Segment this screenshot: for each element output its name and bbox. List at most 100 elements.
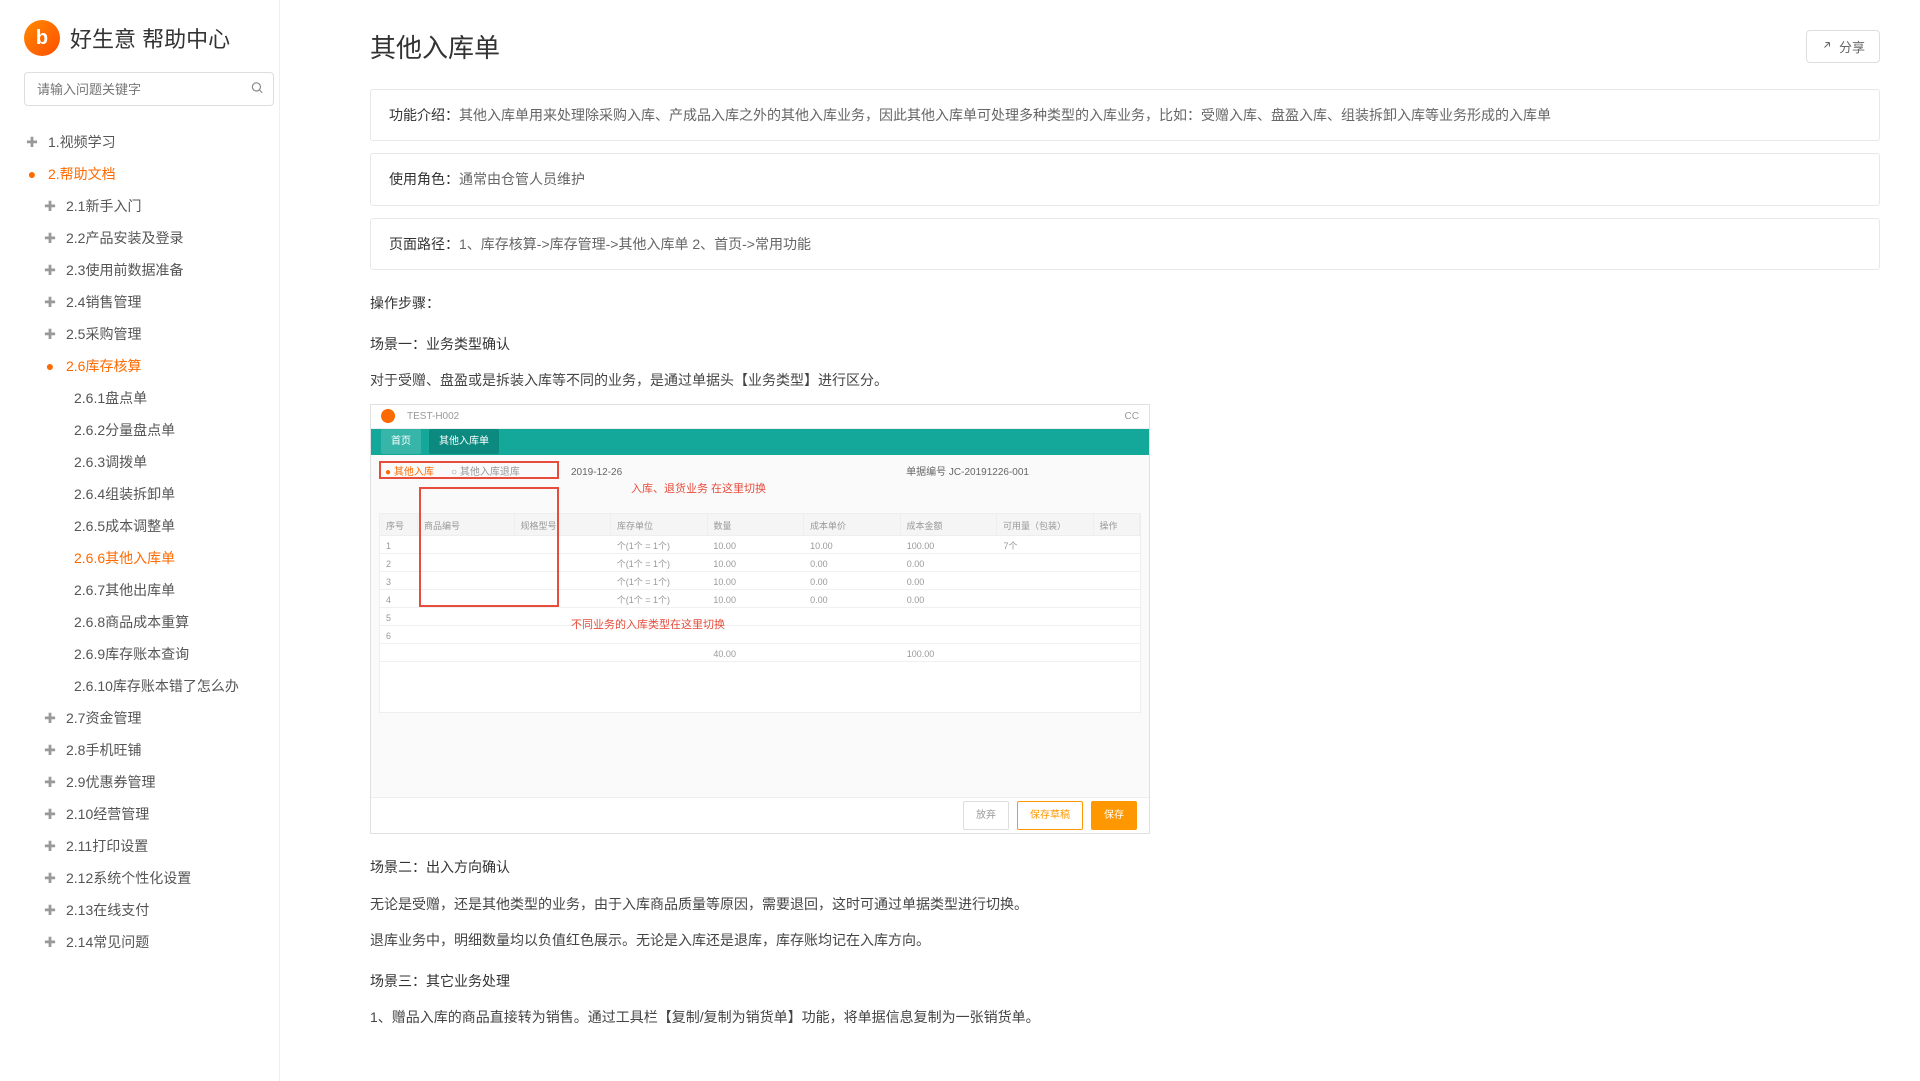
nav-label: 2.6库存核算 xyxy=(66,356,141,376)
nav-help-docs[interactable]: ● 2.帮助文档 xyxy=(24,158,279,190)
nav-ledger-query[interactable]: 2.6.9库存账本查询 xyxy=(24,638,279,670)
path-label: 页面路径： xyxy=(389,236,459,252)
nav-label: 2.6.5成本调整单 xyxy=(74,516,175,536)
role-text: 通常由仓管人员维护 xyxy=(459,171,585,187)
nav-label: 2.帮助文档 xyxy=(48,164,116,184)
nav-label: 2.6.6其他入库单 xyxy=(74,548,175,568)
plus-icon: ✚ xyxy=(42,838,58,854)
sp-col-op: 操作 xyxy=(1094,514,1140,535)
intro-text: 其他入库单用来处理除采购入库、产成品入库之外的其他入库业务，因此其他入库单可处理… xyxy=(459,107,1551,123)
plus-icon: ✚ xyxy=(42,742,58,758)
sp-date: 2019-12-26 xyxy=(571,463,622,482)
sp-col-qty: 数量 xyxy=(708,514,805,535)
plus-icon: ✚ xyxy=(42,262,58,278)
scene2-title: 场景二：出入方向确认 xyxy=(370,854,1880,881)
minus-icon: ● xyxy=(42,358,58,374)
share-label: 分享 xyxy=(1839,37,1865,56)
nav-label: 2.3使用前数据准备 xyxy=(66,260,183,280)
nav-label: 2.13在线支付 xyxy=(66,900,149,920)
nav-getting-started[interactable]: ✚2.1新手入门 xyxy=(24,190,279,222)
nav-batch-stocktake[interactable]: 2.6.2分量盘点单 xyxy=(24,414,279,446)
sp-col-avail: 可用量（包装） xyxy=(997,514,1094,535)
scene3-title: 场景三：其它业务处理 xyxy=(370,968,1880,995)
nav-stocktake[interactable]: 2.6.1盘点单 xyxy=(24,382,279,414)
nav-cost-recalc[interactable]: 2.6.8商品成本重算 xyxy=(24,606,279,638)
nav-label: 2.6.7其他出库单 xyxy=(74,580,175,600)
nav-label: 2.14常见问题 xyxy=(66,932,149,952)
sp-bill-no: 单据编号 JC-20191226-001 xyxy=(906,463,1029,482)
plus-icon: ✚ xyxy=(42,774,58,790)
nav-other-out[interactable]: 2.6.7其他出库单 xyxy=(24,574,279,606)
nav-sales[interactable]: ✚ 2.4销售管理 xyxy=(24,286,279,318)
nav-transfer[interactable]: 2.6.3调拨单 xyxy=(24,446,279,478)
nav-label: 2.6.3调拨单 xyxy=(74,452,147,472)
nav-assembly[interactable]: 2.6.4组装拆卸单 xyxy=(24,478,279,510)
nav-label: 2.7资金管理 xyxy=(66,708,141,728)
plus-icon: ✚ xyxy=(42,710,58,726)
nav-label: 2.10经营管理 xyxy=(66,804,149,824)
logo-text: 好生意 帮助中心 xyxy=(70,22,230,54)
content-section: 操作步骤： 场景一：业务类型确认 对于受赠、盘盈或是拆装入库等不同的业务，是通过… xyxy=(370,290,1880,1031)
nav-other-in[interactable]: 2.6.6其他入库单 xyxy=(24,542,279,574)
plus-icon: ✚ xyxy=(42,230,58,246)
sp-test-id: TEST-H002 xyxy=(407,407,459,426)
sp-radio2: 其他入库退库 xyxy=(460,467,520,478)
nav-print[interactable]: ✚ 2.11打印设置 xyxy=(24,830,279,862)
nav-label: 2.6.8商品成本重算 xyxy=(74,612,189,632)
nav-video-learning[interactable]: ✚ 1.视频学习 xyxy=(24,126,279,158)
nav-tree: ✚1.视频学习 ●2.帮助文档 ✚2.1新手入门 ✚2.2产品安装及登录 ✚2.… xyxy=(24,126,279,958)
sp-col-seq: 序号 xyxy=(380,514,418,535)
scene3-text1: 1、赠品入库的商品直接转为销售。通过工具栏【复制/复制为销货单】功能，将单据信息… xyxy=(370,1004,1880,1031)
nav-coupon[interactable]: ✚ 2.9优惠券管理 xyxy=(24,766,279,798)
sp-col-amount: 成本金额 xyxy=(901,514,998,535)
plus-icon: ✚ xyxy=(42,294,58,310)
intro-label: 功能介绍： xyxy=(389,107,459,123)
nav-business[interactable]: ✚2.10经营管理 xyxy=(24,798,279,830)
nav-label: 2.4销售管理 xyxy=(66,292,141,312)
plus-icon: ✚ xyxy=(24,134,40,150)
nav-online-pay[interactable]: ✚ 2.13在线支付 xyxy=(24,894,279,926)
sp-cancel-button: 放弃 xyxy=(963,801,1009,830)
nav-label: 2.2产品安装及登录 xyxy=(66,228,183,248)
nav-ledger-fix[interactable]: 2.6.10库存账本错了怎么办 xyxy=(24,670,279,702)
table-row: 6 xyxy=(380,626,1140,644)
nav-faq[interactable]: ✚2.14常见问题 xyxy=(24,926,279,958)
nav-inventory[interactable]: ● 2.6库存核算 xyxy=(24,350,279,382)
nav-purchase[interactable]: ✚2.5采购管理 xyxy=(24,318,279,350)
page-title: 其他入库单 xyxy=(370,28,500,65)
nav-mobile-shop[interactable]: ✚2.8手机旺铺 xyxy=(24,734,279,766)
nav-cost-adjust[interactable]: 2.6.5成本调整单 xyxy=(24,510,279,542)
nav-finance[interactable]: ✚ 2.7资金管理 xyxy=(24,702,279,734)
scene2-text1: 无论是受赠，还是其他类型的业务，由于入库商品质量等原因，需要退回，这时可通过单据… xyxy=(370,891,1880,918)
steps-label: 操作步骤： xyxy=(370,290,1880,317)
sidebar: b 好生意 帮助中心 ✚ 1.视频学习 ● 2.帮助文档 ✚2.1新手入门 ✚ 2.2… xyxy=(0,0,280,1081)
nav-label: 2.9优惠券管理 xyxy=(66,772,155,792)
sp-tab-home: 首页 xyxy=(381,429,421,454)
share-button[interactable]: 分享 xyxy=(1806,30,1880,63)
sp-radio1: 其他入库 xyxy=(394,467,434,478)
sp-annotation2: 不同业务的入库类型在这里切换 xyxy=(571,615,725,636)
nav-label: 2.12系统个性化设置 xyxy=(66,868,191,888)
scene2-text2: 退库业务中，明细数量均以负值红色展示。无论是入库还是退库，库存账均记在入库方向。 xyxy=(370,927,1880,954)
logo-icon: b xyxy=(24,20,60,56)
search-icon[interactable] xyxy=(250,81,264,98)
nav-label: 2.6.2分量盘点单 xyxy=(74,420,175,440)
nav-install-login[interactable]: ✚ 2.2产品安装及登录 xyxy=(24,222,279,254)
sp-annotation1: 入库、退货业务 在这里切换 xyxy=(631,479,766,500)
minus-icon: ● xyxy=(24,166,40,182)
plus-icon: ✚ xyxy=(42,198,58,214)
nav-label: 1.视频学习 xyxy=(48,132,116,152)
sp-tab-other-in: 其他入库单 xyxy=(429,429,499,454)
scene1-text: 对于受赠、盘盈或是拆装入库等不同的业务，是通过单据头【业务类型】进行区分。 xyxy=(370,367,1880,394)
nav-data-prep[interactable]: ✚ 2.3使用前数据准备 xyxy=(24,254,279,286)
sp-logo-icon xyxy=(381,409,395,423)
sp-col-unit: 库存单位 xyxy=(611,514,708,535)
logo: b 好生意 帮助中心 xyxy=(24,20,279,56)
nav-label: 2.11打印设置 xyxy=(66,836,148,856)
search-input[interactable] xyxy=(24,72,274,106)
plus-icon: ✚ xyxy=(42,902,58,918)
sp-col-price: 成本单价 xyxy=(804,514,901,535)
sp-draft-button: 保存草稿 xyxy=(1017,801,1083,830)
nav-personalize[interactable]: ✚2.12系统个性化设置 xyxy=(24,862,279,894)
path-text: 1、库存核算->库存管理->其他入库单 2、首页->常用功能 xyxy=(459,236,811,252)
